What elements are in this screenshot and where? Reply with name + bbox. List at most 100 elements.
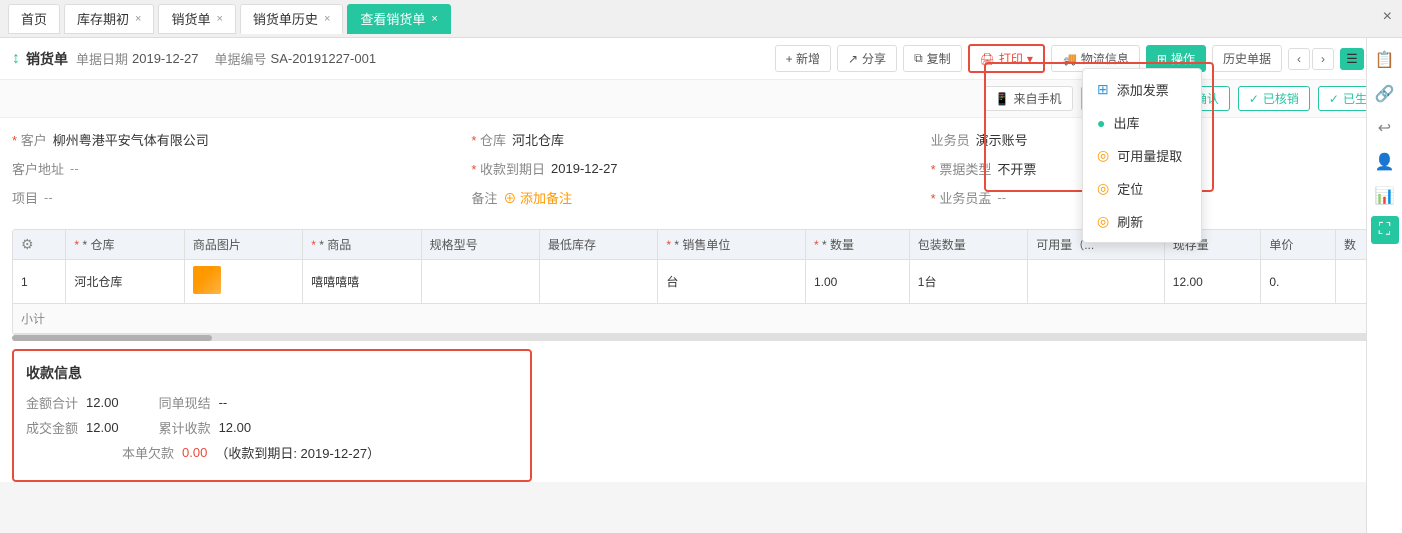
dropdown-item-available[interactable]: ◎ 可用量提取 [1083,139,1201,172]
col-pkg-qty: 包装数量 [909,230,1027,260]
due-date-field: * 收款到期日 2019-12-27 [471,159,930,178]
row-warehouse: 河北仓库 [66,260,184,304]
subtotal-label: 小计 [13,304,1389,334]
sidebar-icon-chart[interactable]: 📊 [1371,182,1399,210]
tab-bar: 首页 库存期初 × 销货单 × 销货单历史 × 查看销货单 × × [0,0,1402,38]
cumulative-value: 12.00 [219,420,252,435]
tab-home[interactable]: 首页 [8,4,60,34]
form-title: ↕ 销货单 [12,49,68,69]
row-product: 嘻嘻嘻嘻 [303,260,421,304]
tab-view-sales[interactable]: 查看销货单 × [347,4,450,34]
dropdown-item-outbound[interactable]: ● 出库 [1083,106,1201,139]
payment-title: 收款信息 [26,363,518,383]
date-value: 2019-12-27 [132,51,199,66]
tab-sales-history[interactable]: 销货单历史 × [240,4,343,34]
address-field: 客户地址 -- [12,159,471,178]
sidebar-icon-user[interactable]: 👤 [1371,148,1399,176]
sold-status-button[interactable]: ✓ 已核销 [1238,86,1310,111]
effective-icon: ✓ [1329,92,1339,106]
customer-value: 柳州粤港平安气体有限公司 [53,130,209,149]
right-sidebar: 📋 🔗 ↩ 👤 📊 ⛶ [1366,38,1402,533]
new-button[interactable]: + 新增 [775,45,831,72]
row-min-stock [539,260,657,304]
row-unit: 台 [658,260,806,304]
col-gear[interactable]: ⚙ [13,230,66,260]
row-price: 0. [1261,260,1336,304]
add-note-button[interactable]: ⊕ 添加备注 [503,188,572,207]
next-button[interactable]: › [1312,48,1334,70]
due-date-value: 2019-12-27 [551,161,618,176]
amount-total-item: 金额合计 12.00 [26,393,119,412]
col-qty: * * 数量 [805,230,909,260]
phone-icon: 📱 [995,92,1010,106]
overdue-item: 本单欠款 0.00 （收款到期日: 2019-12-27） [26,443,380,462]
warehouse-field: * 仓库 河北仓库 [471,130,930,149]
same-bill-item: 同单现结 -- [159,393,228,412]
amount-total-value: 12.00 [86,395,119,410]
tab-inventory-close[interactable]: × [135,13,141,25]
phone-status-button[interactable]: 📱 来自手机 [984,86,1073,111]
sidebar-icon-link[interactable]: 🔗 [1371,80,1399,108]
col-unit: * * 销售单位 [658,230,806,260]
transaction-item: 成交金额 12.00 [26,418,119,437]
gear-icon: ⚙ [21,236,34,252]
row-spec [421,260,539,304]
nav-arrows: ‹ › [1288,48,1334,70]
sidebar-icon-expand[interactable]: ⛶ [1371,216,1399,244]
date-label: 单据日期 [76,49,128,68]
scroll-thumb[interactable] [12,335,212,341]
row-pkg-qty: 1台 [909,260,1027,304]
form-type-label: 销货单 [26,49,68,69]
subtotal-row: 小计 [13,304,1389,334]
tab-view-sales-close[interactable]: × [431,13,437,25]
tab-sales-history-close[interactable]: × [324,13,330,25]
tab-sales-close[interactable]: × [216,13,222,25]
sidebar-icon-return[interactable]: ↩ [1371,114,1399,142]
print-dropdown-arrow: ▾ [1027,52,1033,66]
col-warehouse: * * 仓库 [66,230,184,260]
prev-button[interactable]: ‹ [1288,48,1310,70]
project-field: 项目 -- [12,188,471,207]
list-view-button[interactable]: ☰ [1340,48,1364,70]
logistics-icon: 🚚 [1062,52,1077,66]
share-button[interactable]: ↗ 分享 [837,45,897,72]
row-image [184,260,302,304]
ticket-value: 不开票 [997,159,1036,178]
dropdown-popup: ⊞ 添加发票 ● 出库 ◎ 可用量提取 ◎ 定位 ◎ 刷新 [1082,68,1202,243]
sidebar-icon-doc[interactable]: 📋 [1371,46,1399,74]
dropdown-item-refresh[interactable]: ◎ 刷新 [1083,205,1201,238]
available-icon: ◎ [1097,147,1109,164]
col-spec: 规格型号 [421,230,539,260]
sold-icon: ✓ [1249,92,1259,106]
product-image [193,266,221,294]
payment-row-1: 金额合计 12.00 同单现结 -- [26,393,518,412]
dropdown-item-locate[interactable]: ◎ 定位 [1083,172,1201,205]
form-meta: 单据日期 2019-12-27 单据编号 SA-20191227-001 [76,49,376,68]
payment-row-3: 本单欠款 0.00 （收款到期日: 2019-12-27） [26,443,518,462]
ops-icon: ⊞ [1157,52,1167,66]
due-date-note: （收款到期日: 2019-12-27） [215,443,380,462]
print-button[interactable]: 🖨 打印 ▾ [968,44,1045,73]
row-current-stock: 12.00 [1164,260,1261,304]
copy-button[interactable]: ⧉ 复制 [903,45,962,72]
outbound-icon: ● [1097,115,1105,131]
tab-sales[interactable]: 销货单 × [158,4,235,34]
salesman-value: -- [997,190,1006,205]
cumulative-item: 累计收款 12.00 [159,418,252,437]
window-close-button[interactable]: × [1383,8,1392,26]
refresh-icon: ◎ [1097,213,1109,230]
warehouse-value: 河北仓库 [512,130,564,149]
project-value: -- [44,190,53,205]
locate-icon: ◎ [1097,180,1109,197]
form-date-field: 单据日期 2019-12-27 [76,49,199,68]
invoice-icon: ⊞ [1097,81,1109,98]
col-price: 单价 [1261,230,1336,260]
share-icon: ↗ [848,52,858,66]
customer-field: * 客户 柳州粤港平安气体有限公司 [12,130,471,149]
data-table: ⚙ * * 仓库 商品图片 * * 商品 规格型号 最低库存 * * 销售单位 … [13,230,1389,334]
tab-inventory[interactable]: 库存期初 × [64,4,154,34]
scroll-indicator[interactable] [12,335,1390,341]
table-row: 1 河北仓库 嘻嘻嘻嘻 台 1.00 1台 12.00 0. [13,260,1389,304]
dropdown-item-invoice[interactable]: ⊞ 添加发票 [1083,73,1201,106]
history-button[interactable]: 历史单据 [1212,45,1282,72]
